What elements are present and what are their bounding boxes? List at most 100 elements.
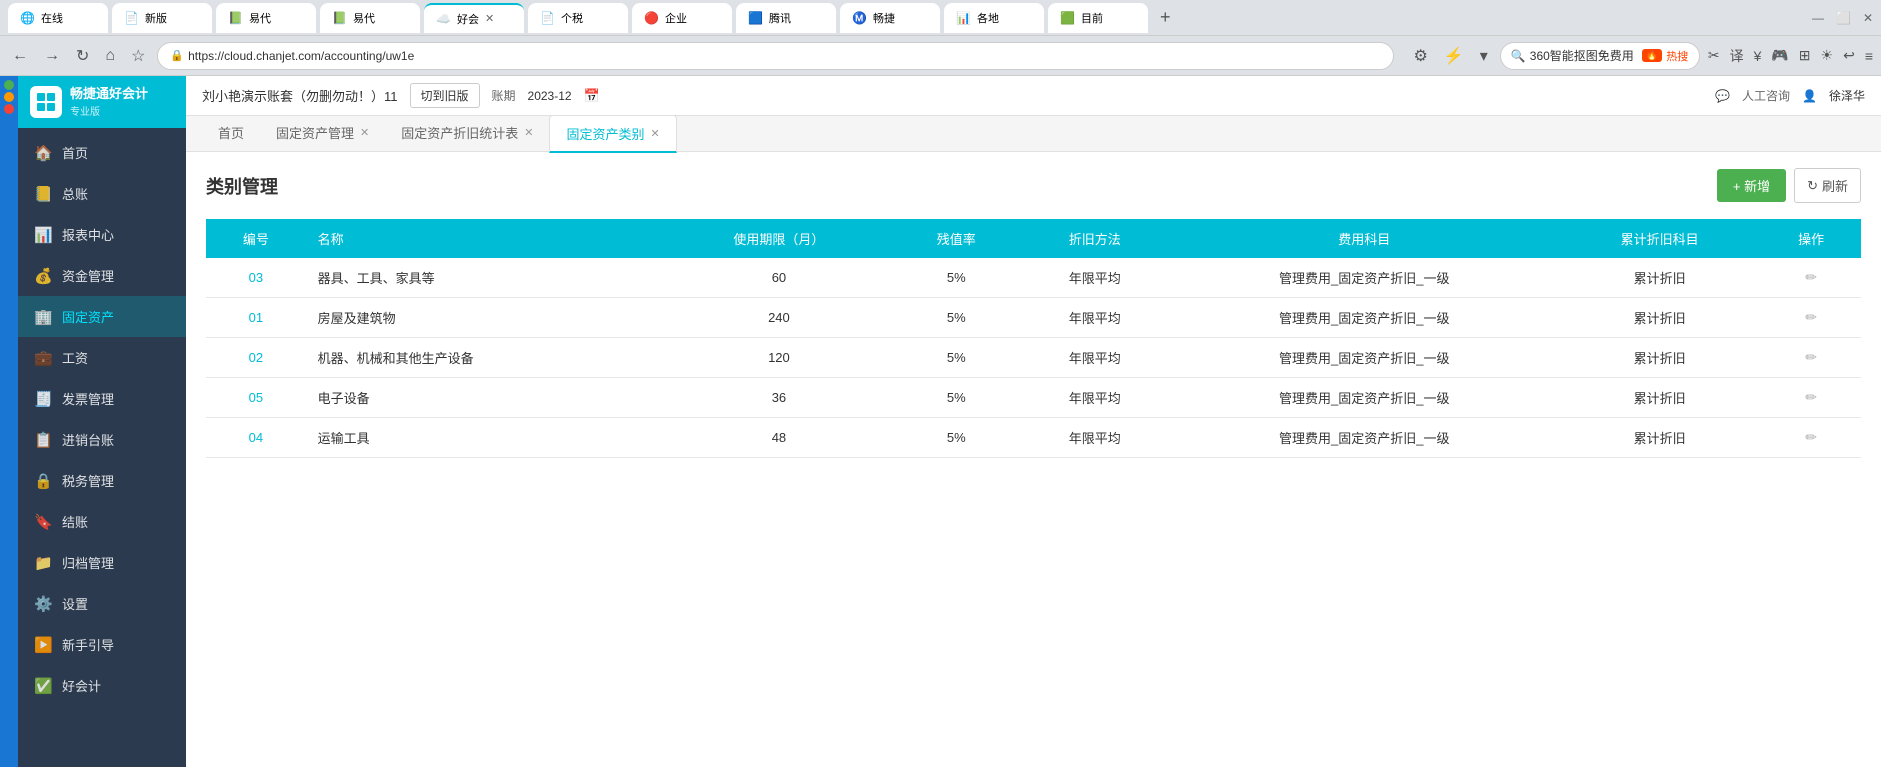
bookmark-button[interactable]: ☆ <box>127 42 149 70</box>
browser-tab-2[interactable]: 📗 易代 <box>216 3 316 33</box>
sidebar-item-funds[interactable]: 💰 资金管理 <box>18 255 186 296</box>
row0-months: 60 <box>664 258 893 298</box>
sidebar-nav: 🏠 首页 📒 总账 📊 报表中心 💰 资金管理 🏢 固定资产 💼 工资 <box>18 128 186 767</box>
sidebar-item-checkout[interactable]: 🔖 结账 <box>18 501 186 542</box>
back-button[interactable]: ← <box>8 43 32 69</box>
col-name: 名称 <box>306 219 665 258</box>
content-area: 类别管理 + 新增 ↻ 刷新 编号 名称 使用期限（月） 残值率 <box>186 152 1881 767</box>
sidebar-item-tax[interactable]: 🔒 税务管理 <box>18 460 186 501</box>
hot-badge: 🔥 <box>1642 49 1662 62</box>
row4-months: 48 <box>664 418 893 458</box>
home-button[interactable]: ⌂ <box>101 43 119 69</box>
edit-icon-row0[interactable]: ✏ <box>1805 269 1817 285</box>
row2-method: 年限平均 <box>1019 338 1170 378</box>
browser-tab-8[interactable]: Ⓜ️ 畅捷 <box>840 3 940 33</box>
browser-tab-3[interactable]: 📗 易代 <box>320 3 420 33</box>
table-row: 04 运输工具 48 5% 年限平均 管理费用_固定资产折旧_一级 累计折旧 ✏ <box>206 418 1861 458</box>
window-restore-icon[interactable]: ⬜ <box>1836 11 1851 25</box>
row0-residual: 5% <box>894 258 1020 298</box>
row4-code[interactable]: 04 <box>206 418 306 458</box>
window-controls: — ⬜ ✕ <box>1812 11 1873 25</box>
browser-tab-5[interactable]: 📄 个税 <box>528 3 628 33</box>
edit-icon-row3[interactable]: ✏ <box>1805 389 1817 405</box>
refresh-button[interactable]: ↻ 刷新 <box>1794 168 1861 203</box>
address-input[interactable]: 🔒 https://cloud.chanjet.com/accounting/u… <box>157 42 1393 70</box>
col-accum: 累计折旧科目 <box>1558 219 1761 258</box>
col-expense: 费用科目 <box>1171 219 1558 258</box>
user-avatar-icon: 👤 <box>1802 89 1817 103</box>
tab-close-icon[interactable]: ✕ <box>485 12 494 25</box>
sidebar-item-payroll[interactable]: 💼 工资 <box>18 337 186 378</box>
purchases-icon: 📋 <box>34 431 52 449</box>
sidebar-label-tax: 税务管理 <box>62 471 114 490</box>
browser-tab-7[interactable]: 🟦 腾讯 <box>736 3 836 33</box>
page-tab-fixed-assets-mgmt[interactable]: 固定资产管理 ✕ <box>260 115 385 152</box>
edit-icon-row2[interactable]: ✏ <box>1805 349 1817 365</box>
row0-code[interactable]: 03 <box>206 258 306 298</box>
browser-tab-9[interactable]: 📊 各地 <box>944 3 1044 33</box>
page-tab-asset-category-close[interactable]: ✕ <box>651 127 660 140</box>
browser-tab-4[interactable]: ☁️ 好会 ✕ <box>424 3 524 33</box>
row0-name: 器具、工具、家具等 <box>306 258 665 298</box>
browser-tab-6[interactable]: 🔴 企业 <box>632 3 732 33</box>
search-box[interactable]: 🔍 360智能抠图免费用 🔥 热搜 <box>1500 42 1700 70</box>
sidebar-item-fixed-assets[interactable]: 🏢 固定资产 <box>18 296 186 337</box>
browser-tab-1[interactable]: 📄 新版 <box>112 3 212 33</box>
sidebar-item-reports[interactable]: 📊 报表中心 <box>18 214 186 255</box>
sidebar-item-archive[interactable]: 📁 归档管理 <box>18 542 186 583</box>
grid-icon[interactable]: ⊞ <box>1799 47 1811 64</box>
menu-icon[interactable]: ≡ <box>1865 48 1873 64</box>
sidebar-item-ledger[interactable]: 📒 总账 <box>18 173 186 214</box>
page-tab-asset-category[interactable]: 固定资产类别 ✕ <box>549 115 676 153</box>
help-label[interactable]: 人工咨询 <box>1742 87 1790 104</box>
fixed-assets-icon: 🏢 <box>34 308 52 326</box>
sidebar-item-guide[interactable]: ▶️ 新手引导 <box>18 624 186 665</box>
sidebar-item-purchases[interactable]: 📋 进销台账 <box>18 419 186 460</box>
refresh-label: 刷新 <box>1822 176 1848 195</box>
goodaccounting-icon: ✅ <box>34 677 52 695</box>
row2-code[interactable]: 02 <box>206 338 306 378</box>
edit-icon-row1[interactable]: ✏ <box>1805 309 1817 325</box>
accent-dot-red <box>4 104 14 114</box>
page-tab-depreciation-table[interactable]: 固定资产折旧统计表 ✕ <box>385 115 549 152</box>
edit-icon-row4[interactable]: ✏ <box>1805 429 1817 445</box>
forward-button[interactable]: → <box>40 43 64 69</box>
browser-tab-10[interactable]: 🟩 目前 <box>1048 3 1148 33</box>
sidebar-item-settings[interactable]: ⚙️ 设置 <box>18 583 186 624</box>
add-button[interactable]: + 新增 <box>1717 169 1786 202</box>
row4-expense: 管理费用_固定资产折旧_一级 <box>1171 418 1558 458</box>
row1-name: 房屋及建筑物 <box>306 298 665 338</box>
undo-icon[interactable]: ↩ <box>1843 47 1855 64</box>
page-tab-depreciation-table-close[interactable]: ✕ <box>524 126 533 139</box>
translate-icon[interactable]: 译 <box>1730 46 1744 66</box>
scissors-icon[interactable]: ✂ <box>1708 47 1720 64</box>
row1-code[interactable]: 01 <box>206 298 306 338</box>
address-right-tools: ⚙ ⚡ ▾ <box>1410 42 1492 70</box>
main-content: 刘小艳演示账套（勿删勿动！）11 切到旧版 账期 2023-12 📅 💬 人工咨… <box>186 76 1881 767</box>
lightning-button[interactable]: ⚡ <box>1440 42 1468 70</box>
new-tab-button[interactable]: + <box>1156 3 1175 32</box>
row3-months: 36 <box>664 378 893 418</box>
sidebar-item-home[interactable]: 🏠 首页 <box>18 132 186 173</box>
extensions-button[interactable]: ⚙ <box>1410 42 1432 70</box>
window-minimize-icon[interactable]: — <box>1812 11 1824 25</box>
page-tab-home[interactable]: 首页 <box>202 115 260 152</box>
dropdown-button[interactable]: ▾ <box>1476 42 1492 70</box>
row3-code[interactable]: 05 <box>206 378 306 418</box>
row2-expense: 管理费用_固定资产折旧_一级 <box>1171 338 1558 378</box>
browser-tab-0[interactable]: 🌐 在线 <box>8 3 108 33</box>
calendar-icon[interactable]: 📅 <box>584 88 600 104</box>
sidebar-item-goodaccounting[interactable]: ✅ 好会计 <box>18 665 186 706</box>
reload-button[interactable]: ↻ <box>72 42 93 70</box>
currency-icon[interactable]: ¥ <box>1754 48 1762 64</box>
page-tab-fixed-assets-mgmt-close[interactable]: ✕ <box>360 126 369 139</box>
game-icon[interactable]: 🎮 <box>1771 47 1788 64</box>
row1-months: 240 <box>664 298 893 338</box>
row0-method: 年限平均 <box>1019 258 1170 298</box>
address-text: https://cloud.chanjet.com/accounting/uw1… <box>188 49 414 63</box>
sidebar-item-invoices[interactable]: 🧾 发票管理 <box>18 378 186 419</box>
switch-to-old-button[interactable]: 切到旧版 <box>410 83 480 108</box>
reports-icon: 📊 <box>34 226 52 244</box>
window-close-icon[interactable]: ✕ <box>1863 11 1873 25</box>
brightness-icon[interactable]: ☀ <box>1821 47 1834 64</box>
